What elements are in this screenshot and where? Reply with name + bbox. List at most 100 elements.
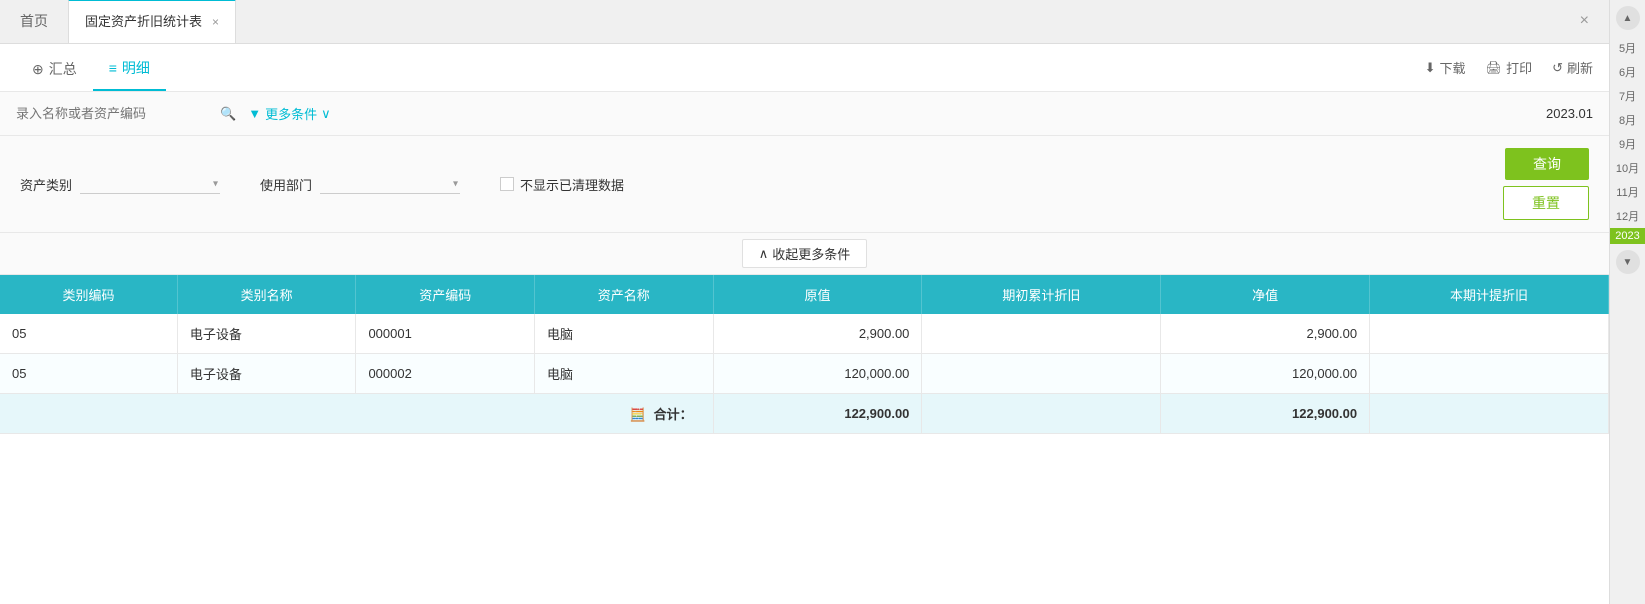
hide-cleared-label: 不显示已清理数据 [520,175,624,194]
print-button[interactable]: 🖨 打印 [1486,58,1533,77]
cell-asset-name: 电脑 [535,354,714,394]
hide-cleared-checkbox[interactable] [500,177,514,191]
filter-area: 资产类别 使用部门 不显示已清理数据 查询 重置 [0,136,1609,233]
tab-close-icon[interactable]: × [212,2,219,42]
search-input[interactable] [16,106,216,121]
department-filter: 使用部门 [260,174,460,194]
scroll-down-button[interactable]: ▼ [1616,250,1640,274]
right-sidebar: ▲ 5月6月7月8月9月10月11月12月 2023 ▼ [1609,0,1645,604]
cell-accumulated [922,314,1161,354]
col-header-asset-code: 资产编码 [356,275,535,314]
tab-summary-label: 汇总 [49,47,77,91]
more-conditions-label: 更多条件 [265,104,317,123]
cell-category-code: 05 [0,314,177,354]
tab-bar: 首页 固定资产折旧统计表 × × [0,0,1609,44]
query-button[interactable]: 查询 [1505,148,1589,180]
col-header-net: 净值 [1161,275,1370,314]
sidebar-nav-up[interactable]: ▲ [1616,0,1640,36]
collapse-row: ∧ 收起更多条件 [0,233,1609,275]
sidebar-month-item[interactable]: 12月 [1616,204,1639,228]
date-indicator: 2023.01 [1546,106,1593,121]
cell-net: 120,000.00 [1161,354,1370,394]
tab-summary[interactable]: ⊕ 汇总 [16,47,93,91]
sidebar-month-item[interactable]: 11月 [1616,180,1639,204]
filter-icon: ▼ [248,106,261,121]
download-button[interactable]: ⬇ 下载 [1425,58,1466,77]
col-header-current: 本期计提折旧 [1370,275,1609,314]
print-label: 打印 [1506,58,1532,77]
sidebar-month-item[interactable]: 9月 [1616,132,1639,156]
reset-button[interactable]: 重置 [1503,186,1589,220]
col-header-category-name: 类别名称 [177,275,356,314]
chevron-down-icon: ∨ [321,106,331,122]
cell-asset-code: 000001 [356,314,535,354]
filter-actions: 查询 重置 [1503,148,1589,220]
total-label-cell: 🧮 合计： [0,394,713,434]
sidebar-month-item[interactable]: 6月 [1616,60,1639,84]
col-header-asset-name: 资产名称 [535,275,714,314]
asset-type-filter: 资产类别 [20,174,220,194]
sidebar-month-item[interactable]: 10月 [1616,156,1639,180]
department-select[interactable] [320,174,460,194]
asset-type-select-wrap [80,174,220,194]
action-buttons: ⬇ 下载 🖨 打印 ↺ 刷新 [1425,58,1593,77]
cell-original: 2,900.00 [713,314,922,354]
search-icon[interactable]: 🔍 [220,106,236,122]
refresh-icon: ↺ [1552,60,1563,76]
more-conditions-button[interactable]: ▼ 更多条件 ∨ [248,104,330,123]
sidebar-month-item[interactable]: 8月 [1616,108,1639,132]
department-label: 使用部门 [260,175,312,194]
total-original: 122,900.00 [713,394,922,434]
collapse-button[interactable]: ∧ 收起更多条件 [742,239,868,268]
collapse-label: 收起更多条件 [772,244,850,263]
cell-accumulated [922,354,1161,394]
table-total-row: 🧮 合计： 122,900.00 122,900.00 [0,394,1609,434]
total-accumulated [922,394,1161,434]
col-header-category-code: 类别编码 [0,275,177,314]
department-select-wrap [320,174,460,194]
sum-icon: 🧮 [630,407,646,422]
cell-current [1370,314,1609,354]
refresh-label: 刷新 [1567,58,1593,77]
print-icon: 🖨 [1486,60,1503,76]
collapse-icon: ∧ [759,246,769,262]
cell-current [1370,354,1609,394]
cell-category-name: 电子设备 [177,314,356,354]
table-row: 05 电子设备 000002 电脑 120,000.00 120,000.00 [0,354,1609,394]
tab-active-label: 固定资产折旧统计表 [85,2,202,42]
sidebar-month-item[interactable]: 7月 [1616,84,1639,108]
col-header-accumulated: 期初累计折旧 [922,275,1161,314]
cell-category-code: 05 [0,354,177,394]
summary-icon: ⊕ [32,47,44,91]
scroll-up-button[interactable]: ▲ [1616,6,1640,30]
table-header-row: 类别编码 类别名称 资产编码 资产名称 原值 期初累计折旧 净值 本期计提折旧 [0,275,1609,314]
tab-detail-label: 明细 [122,46,150,90]
total-current [1370,394,1609,434]
cell-net: 2,900.00 [1161,314,1370,354]
sidebar-months: 5月6月7月8月9月10月11月12月 [1616,36,1639,228]
sidebar-year-badge: 2023 [1610,228,1645,244]
asset-type-label: 资产类别 [20,175,72,194]
download-label: 下载 [1440,58,1466,77]
table-wrap: 类别编码 类别名称 资产编码 资产名称 原值 期初累计折旧 净值 本期计提折旧 … [0,275,1609,604]
tab-home[interactable]: 首页 [0,0,68,43]
search-bar: 🔍 ▼ 更多条件 ∨ 2023.01 [0,92,1609,136]
sidebar-month-item[interactable]: 5月 [1616,36,1639,60]
refresh-button[interactable]: ↺ 刷新 [1552,58,1593,77]
total-net: 122,900.00 [1161,394,1370,434]
cell-original: 120,000.00 [713,354,922,394]
tab-detail[interactable]: ≡ 明细 [93,47,166,91]
sub-tabs: ⊕ 汇总 ≡ 明细 [16,44,166,91]
col-header-original: 原值 [713,275,922,314]
hide-cleared-checkbox-item[interactable]: 不显示已清理数据 [500,175,624,194]
detail-icon: ≡ [109,46,117,90]
tab-active[interactable]: 固定资产折旧统计表 × [68,0,236,43]
cell-asset-code: 000002 [356,354,535,394]
cell-asset-name: 电脑 [535,314,714,354]
data-table: 类别编码 类别名称 资产编码 资产名称 原值 期初累计折旧 净值 本期计提折旧 … [0,275,1609,434]
window-close-button[interactable]: × [1560,0,1609,43]
download-icon: ⬇ [1425,60,1436,76]
asset-type-select[interactable] [80,174,220,194]
sidebar-nav-down[interactable]: ▼ [1616,244,1640,280]
table-row: 05 电子设备 000001 电脑 2,900.00 2,900.00 [0,314,1609,354]
